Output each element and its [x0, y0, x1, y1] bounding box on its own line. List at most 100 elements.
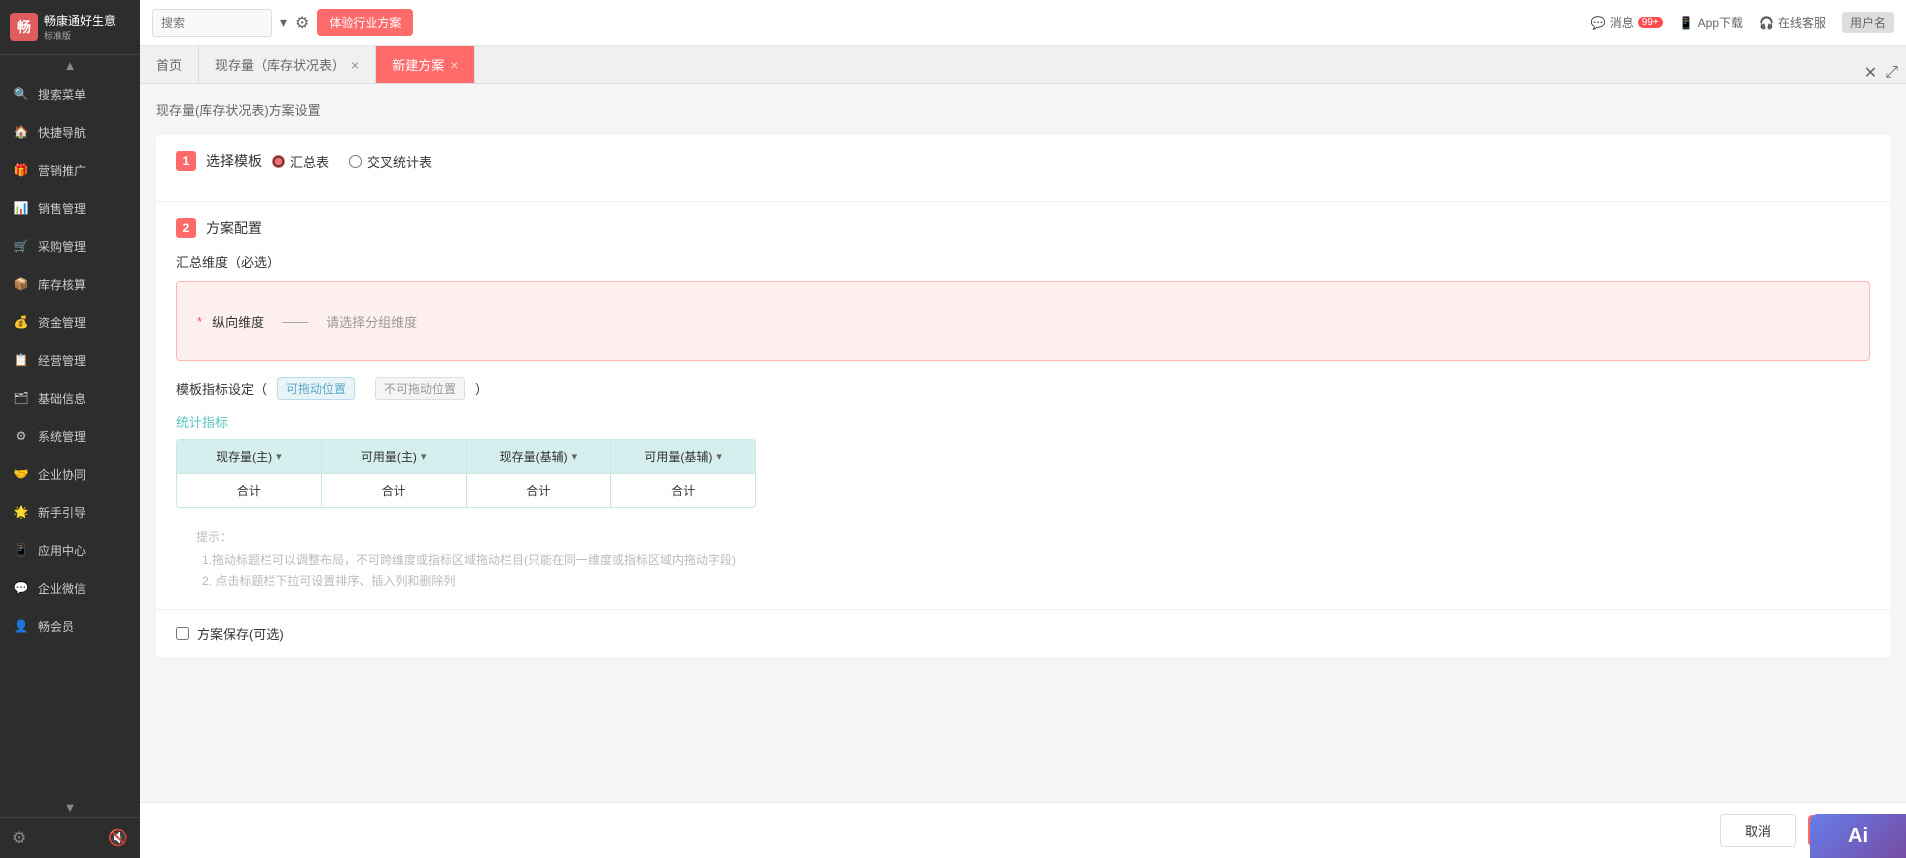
tab-expand-btn[interactable]: ⤢ — [1885, 64, 1898, 82]
sidebar-item-system[interactable]: ⚙ 系统管理 — [0, 417, 140, 455]
sidebar-scroll-up[interactable]: ▲ — [0, 55, 140, 75]
indicator-label-text: 模板指标设定（ — [176, 379, 267, 398]
sidebar-item-nav[interactable]: 🏠 快捷导航 — [0, 113, 140, 151]
sidebar-item-collab[interactable]: 🤝 企业协同 — [0, 455, 140, 493]
app-icon: 📱 — [1679, 16, 1694, 30]
radio-summary[interactable]: 汇总表 — [272, 152, 329, 171]
stats-table-header: 现存量(主) ▾ 可用量(主) ▾ 现存量(基辅) ▾ — [177, 440, 755, 473]
sidebar-item-label: 应用中心 — [38, 542, 86, 559]
save-row: 方案保存(可选) — [156, 610, 1890, 657]
tips-title: 提示： — [196, 528, 1850, 545]
sidebar-item-label: 销售管理 — [38, 200, 86, 217]
tab-close-btn[interactable]: ✕ — [1864, 63, 1877, 83]
app-download-button[interactable]: 📱 App下载 — [1679, 14, 1743, 31]
sidebar-item-purchase[interactable]: 🛒 采购管理 — [0, 227, 140, 265]
indicator-label-row: 模板指标设定（ 可拖动位置 不可拖动位置 ） — [176, 377, 1870, 400]
sidebar-scroll-down[interactable]: ▼ — [0, 797, 140, 817]
star-icon: 🌟 — [12, 503, 30, 521]
stats-col-header-1[interactable]: 可用量(主) ▾ — [322, 440, 467, 473]
sidebar-item-member[interactable]: 👤 畅会员 — [0, 607, 140, 645]
search-icon: 🔍 — [12, 85, 30, 103]
tip-row-0: 1.拖动标题栏可以调整布局，不可跨维度或指标区域拖动栏目(只能在同一维度或指标区… — [196, 551, 1850, 568]
chart-icon: 📊 — [12, 199, 30, 217]
sidebar-item-label: 畅会员 — [38, 618, 74, 635]
save-checkbox[interactable] — [176, 627, 189, 640]
indicator-label-end: ） — [475, 379, 488, 398]
sidebar-item-guide[interactable]: 🌟 新手引导 — [0, 493, 140, 531]
sidebar-item-basic[interactable]: 🗂 基础信息 — [0, 379, 140, 417]
dropdown-button[interactable]: ▾ — [280, 14, 287, 31]
sidebar-item-label: 快捷导航 — [38, 124, 86, 141]
col-header-label-0: 现存量(主) — [216, 448, 272, 465]
col-dropdown-icon-3[interactable]: ▾ — [716, 450, 722, 463]
box-icon: 📦 — [12, 275, 30, 293]
settings-icon[interactable]: ⚙ — [12, 828, 26, 848]
sidebar-item-apps[interactable]: 📱 应用中心 — [0, 531, 140, 569]
mute-icon[interactable]: 🔇 — [108, 828, 128, 848]
message-button[interactable]: 💬 消息 99+ — [1591, 14, 1663, 31]
sidebar-item-label: 营销推广 — [38, 162, 86, 179]
chat-icon: 💬 — [12, 579, 30, 597]
sidebar-item-label: 经营管理 — [38, 352, 86, 369]
col-dropdown-icon-2[interactable]: ▾ — [572, 450, 578, 463]
stats-cell-2: 合计 — [467, 474, 612, 507]
dimension-area[interactable]: * 纵向维度 —— 请选择分组维度 — [176, 281, 1870, 361]
main-area: ▾ ⚙ 体验行业方案 💬 消息 99+ 📱 App下载 🎧 在线客服 用户名 首… — [140, 0, 1906, 858]
sidebar: 畅 畅康通好生意 标准版 ▲ 🔍 搜索菜单 🏠 快捷导航 🎁 营销推广 📊 销售… — [0, 0, 140, 858]
radio-cross-input[interactable] — [349, 155, 362, 168]
stats-col-header-2[interactable]: 现存量(基辅) ▾ — [467, 440, 612, 473]
required-star: * — [197, 314, 202, 329]
sidebar-item-label: 系统管理 — [38, 428, 86, 445]
page-content: 现存量(库存状况表)方案设置 1 选择模板 汇总表 交叉统计表 — [140, 84, 1906, 802]
ai-badge[interactable]: Ai — [1810, 814, 1906, 858]
sidebar-item-inventory[interactable]: 📦 库存核算 — [0, 265, 140, 303]
vertical-dim-label: 纵向维度 — [212, 312, 264, 331]
sidebar-item-label: 库存核算 — [38, 276, 86, 293]
sidebar-item-search[interactable]: 🔍 搜索菜单 — [0, 75, 140, 113]
section1-header: 1 选择模板 汇总表 交叉统计表 — [176, 151, 1870, 171]
tabs-bar: 首页 现存量（库存状况表） × 新建方案 × ✕ ⤢ — [140, 46, 1906, 84]
sidebar-item-label: 企业协同 — [38, 466, 86, 483]
user-profile-button[interactable]: 用户名 — [1842, 12, 1894, 33]
sidebar-item-finance[interactable]: 💰 资金管理 — [0, 303, 140, 341]
sidebar-logo-text: 畅康通好生意 标准版 — [44, 12, 116, 42]
industry-btn[interactable]: 体验行业方案 — [317, 9, 413, 36]
sidebar-item-label: 资金管理 — [38, 314, 86, 331]
col-dropdown-icon-1[interactable]: ▾ — [421, 450, 427, 463]
search-input[interactable] — [152, 9, 272, 37]
tab-inventory[interactable]: 现存量（库存状况表） × — [199, 46, 376, 83]
radio-cross-label: 交叉统计表 — [367, 152, 432, 171]
radio-summary-input[interactable] — [272, 155, 285, 168]
stats-col-header-3[interactable]: 可用量(基辅) ▾ — [611, 440, 755, 473]
draggable-badge: 可拖动位置 — [277, 377, 355, 400]
sidebar-item-marketing[interactable]: 🎁 营销推广 — [0, 151, 140, 189]
sidebar-edition: 标准版 — [44, 29, 116, 42]
tab-new-plan[interactable]: 新建方案 × — [376, 46, 475, 83]
online-service-button[interactable]: 🎧 在线客服 — [1759, 14, 1826, 31]
sidebar-item-label: 搜索菜单 — [38, 86, 86, 103]
user-icon: 👤 — [12, 617, 30, 635]
tab-home[interactable]: 首页 — [140, 46, 199, 83]
gift-icon: 🎁 — [12, 161, 30, 179]
sidebar-item-wechat[interactable]: 💬 企业微信 — [0, 569, 140, 607]
dimension-placeholder: 请选择分组维度 — [326, 312, 417, 331]
radio-cross[interactable]: 交叉统计表 — [349, 152, 432, 171]
tab-new-plan-close[interactable]: × — [450, 57, 458, 73]
stats-cell-0: 合计 — [177, 474, 322, 507]
headset-icon: 🎧 — [1759, 16, 1774, 30]
col-dropdown-icon-0[interactable]: ▾ — [276, 450, 282, 463]
section2-header: 2 方案配置 — [176, 218, 1870, 238]
stats-cell-1: 合计 — [322, 474, 467, 507]
non-draggable-badge: 不可拖动位置 — [375, 377, 465, 400]
sidebar-item-management[interactable]: 📋 经营管理 — [0, 341, 140, 379]
gear-button[interactable]: ⚙ — [295, 13, 309, 33]
sidebar-logo: 畅 畅康通好生意 标准版 — [0, 0, 140, 55]
sidebar-item-sales[interactable]: 📊 销售管理 — [0, 189, 140, 227]
section1-title: 选择模板 — [206, 151, 262, 171]
stats-col-header-0[interactable]: 现存量(主) ▾ — [177, 440, 322, 473]
stats-title: 统计指标 — [176, 412, 1870, 431]
tip-text-1: 2. 点击标题栏下拉可设置排序、插入列和删除列 — [202, 572, 455, 589]
cancel-button[interactable]: 取消 — [1720, 814, 1796, 847]
home-icon: 🏠 — [12, 123, 30, 141]
tab-inventory-close[interactable]: × — [351, 57, 359, 73]
